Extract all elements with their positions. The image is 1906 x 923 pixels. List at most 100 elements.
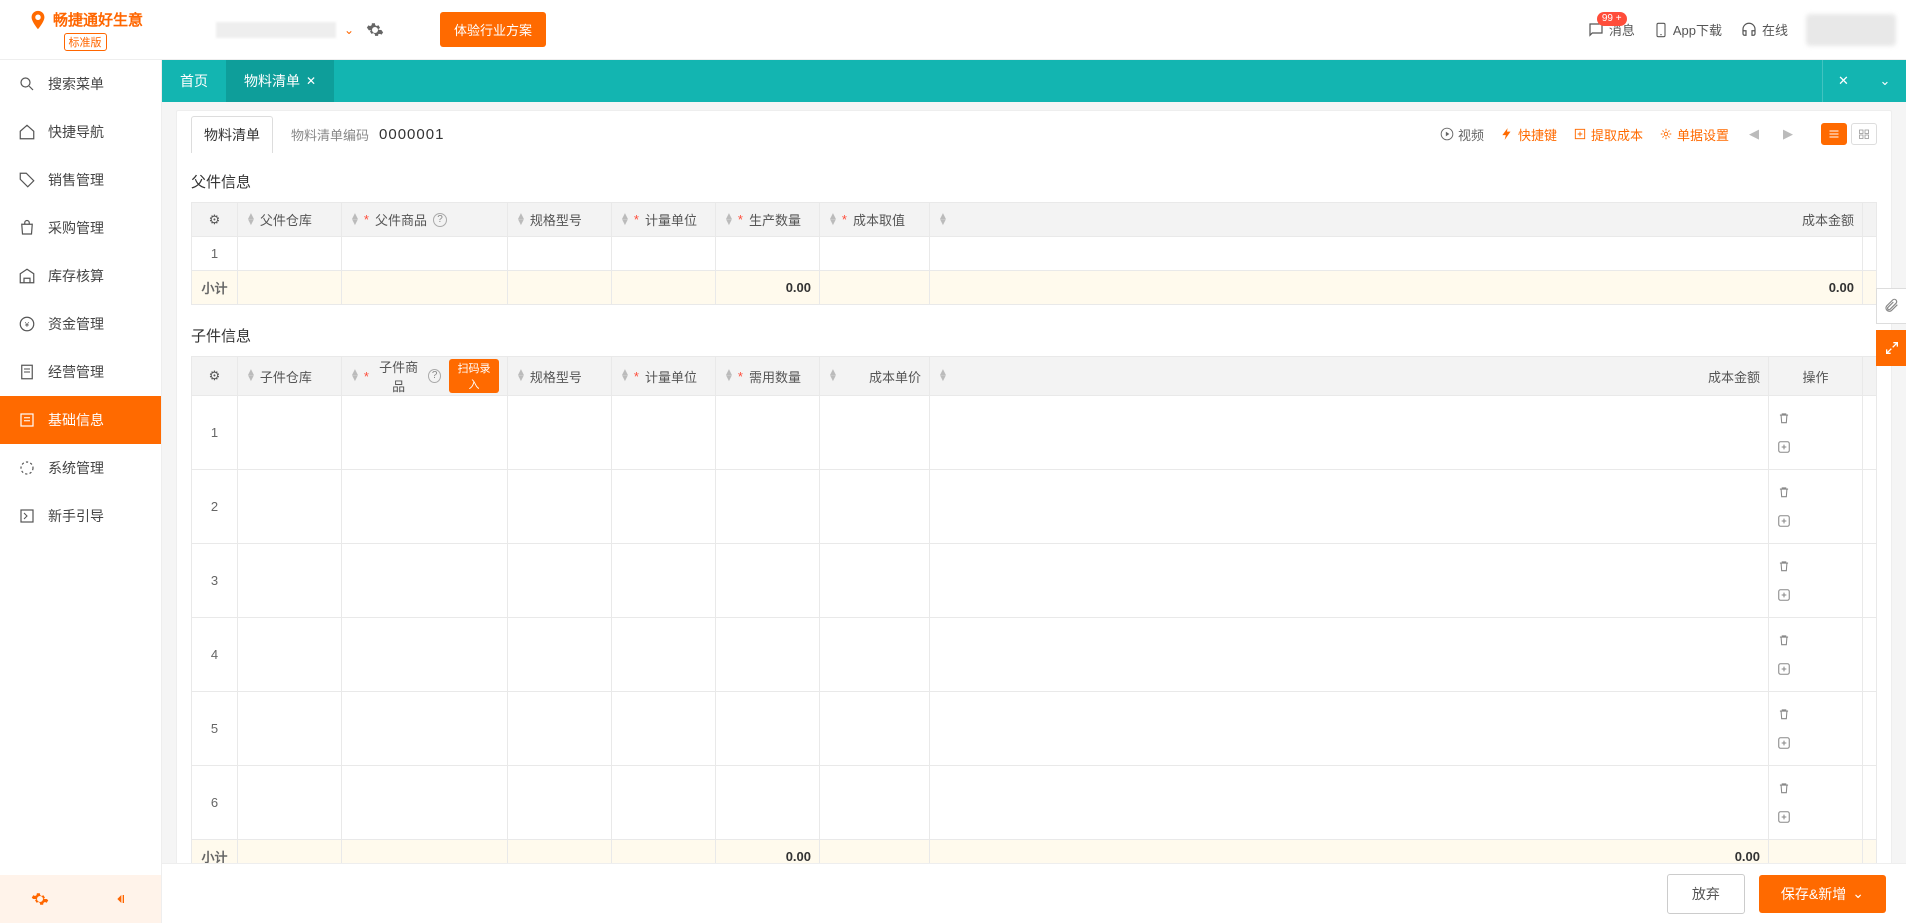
cell-input[interactable] <box>612 237 716 271</box>
col-child-warehouse[interactable]: ▲▼子件仓库 <box>238 357 342 396</box>
col-child-unitcost[interactable]: ▲▼成本单价 <box>820 357 930 396</box>
add-row-icon[interactable] <box>1777 440 1854 454</box>
cell-input[interactable] <box>930 692 1769 766</box>
expand-tab[interactable] <box>1876 330 1906 366</box>
sidebar-item-inventory[interactable]: 库存核算 <box>0 252 161 300</box>
cell-input[interactable] <box>612 396 716 470</box>
cell-input[interactable] <box>238 470 342 544</box>
cell-input[interactable] <box>238 544 342 618</box>
cell-input[interactable] <box>612 470 716 544</box>
cell-input[interactable] <box>342 618 508 692</box>
cta-button[interactable]: 体验行业方案 <box>440 12 546 47</box>
col-child-spec[interactable]: ▲▼规格型号 <box>508 357 612 396</box>
extract-cost-link[interactable]: 提取成本 <box>1573 125 1643 144</box>
cell-input[interactable] <box>238 237 342 271</box>
close-icon[interactable]: ✕ <box>306 74 316 88</box>
delete-row-icon[interactable] <box>1777 781 1854 795</box>
shortcut-link[interactable]: 快捷键 <box>1500 125 1557 144</box>
cell-input[interactable] <box>612 692 716 766</box>
next-doc-icon[interactable]: ▶ <box>1779 126 1797 142</box>
delete-row-icon[interactable] <box>1777 707 1854 721</box>
messages-link[interactable]: 99 + 消息 <box>1587 20 1635 39</box>
cell-input[interactable] <box>342 237 508 271</box>
cell-input[interactable] <box>508 766 612 840</box>
cell-input[interactable] <box>716 618 820 692</box>
table-row[interactable]: 4 <box>192 618 1877 692</box>
sidebar-item-system[interactable]: 系统管理 <box>0 444 161 492</box>
app-download-link[interactable]: App下载 <box>1653 20 1722 39</box>
table-row[interactable]: 5 <box>192 692 1877 766</box>
tab-menu[interactable]: ⌄ <box>1864 60 1906 102</box>
cell-input[interactable] <box>716 692 820 766</box>
user-avatar[interactable] <box>1806 14 1896 46</box>
sidebar-item-operations[interactable]: 经营管理 <box>0 348 161 396</box>
cell-input[interactable] <box>820 618 930 692</box>
cell-input[interactable] <box>342 692 508 766</box>
add-row-icon[interactable] <box>1777 810 1854 824</box>
col-parent-product[interactable]: ▲▼*父件商品? <box>342 203 508 237</box>
delete-row-icon[interactable] <box>1777 485 1854 499</box>
cell-input[interactable] <box>508 396 612 470</box>
cell-input[interactable] <box>508 237 612 271</box>
close-all-tabs[interactable]: ✕ <box>1822 60 1864 102</box>
scan-input-tag[interactable]: 扫码录入 <box>449 359 499 393</box>
sidebar-item-purchase[interactable]: 采购管理 <box>0 204 161 252</box>
doc-settings-link[interactable]: 单据设置 <box>1659 125 1729 144</box>
cell-input[interactable] <box>508 470 612 544</box>
sidebar-item-finance[interactable]: ¥ 资金管理 <box>0 300 161 348</box>
cell-input[interactable] <box>716 544 820 618</box>
col-child-product[interactable]: ▲▼*子件商品?扫码录入 <box>342 357 508 396</box>
cell-input[interactable] <box>342 470 508 544</box>
cell-input[interactable] <box>820 692 930 766</box>
col-parent-unit[interactable]: ▲▼*计量单位 <box>612 203 716 237</box>
cell-input[interactable] <box>930 544 1769 618</box>
cell-input[interactable] <box>342 766 508 840</box>
cell-input[interactable] <box>612 618 716 692</box>
delete-row-icon[interactable] <box>1777 411 1854 425</box>
cell-input[interactable] <box>716 766 820 840</box>
delete-row-icon[interactable] <box>1777 559 1854 573</box>
col-gear[interactable]: ⚙ <box>192 357 238 396</box>
table-row[interactable]: 2 <box>192 470 1877 544</box>
col-child-qty[interactable]: ▲▼*需用数量 <box>716 357 820 396</box>
cell-input[interactable] <box>820 237 930 271</box>
col-child-costamount[interactable]: ▲▼成本金额 <box>930 357 1769 396</box>
sidebar-item-sales[interactable]: 销售管理 <box>0 156 161 204</box>
cell-input[interactable] <box>508 692 612 766</box>
cell-input[interactable] <box>238 766 342 840</box>
add-row-icon[interactable] <box>1777 736 1854 750</box>
col-gear[interactable]: ⚙ <box>192 203 238 237</box>
table-row[interactable]: 1 <box>192 237 1877 271</box>
prev-doc-icon[interactable]: ◀ <box>1745 126 1763 142</box>
settings-gear-icon[interactable] <box>366 21 384 39</box>
cell-input[interactable] <box>820 766 930 840</box>
col-parent-warehouse[interactable]: ▲▼父件仓库 <box>238 203 342 237</box>
cell-input[interactable] <box>820 544 930 618</box>
attachment-tab[interactable] <box>1876 288 1906 324</box>
cell-input[interactable] <box>820 396 930 470</box>
add-row-icon[interactable] <box>1777 514 1854 528</box>
table-row[interactable]: 3 <box>192 544 1877 618</box>
cell-input[interactable] <box>930 618 1769 692</box>
delete-row-icon[interactable] <box>1777 633 1854 647</box>
org-selector[interactable]: ⌄ <box>216 22 354 38</box>
col-parent-qty[interactable]: ▲▼*生产数量 <box>716 203 820 237</box>
footer-gear-icon[interactable] <box>31 890 49 908</box>
save-new-button[interactable]: 保存&新增 ⌄ <box>1759 875 1886 913</box>
cell-input[interactable] <box>930 766 1769 840</box>
cell-input[interactable] <box>930 470 1769 544</box>
sidebar-item-guide[interactable]: 新手引导 <box>0 492 161 540</box>
cell-input[interactable] <box>508 544 612 618</box>
add-row-icon[interactable] <box>1777 588 1854 602</box>
cell-input[interactable] <box>238 692 342 766</box>
help-icon[interactable]: ? <box>428 369 441 383</box>
col-parent-costbasis[interactable]: ▲▼*成本取值 <box>820 203 930 237</box>
help-icon[interactable]: ? <box>433 213 447 227</box>
discard-button[interactable]: 放弃 <box>1667 874 1745 914</box>
cell-input[interactable] <box>716 470 820 544</box>
sidebar-item-search[interactable]: 搜索菜单 <box>0 60 161 108</box>
cell-input[interactable] <box>612 766 716 840</box>
tab-home[interactable]: 首页 <box>162 60 226 102</box>
cell-input[interactable] <box>342 544 508 618</box>
table-row[interactable]: 1 <box>192 396 1877 470</box>
